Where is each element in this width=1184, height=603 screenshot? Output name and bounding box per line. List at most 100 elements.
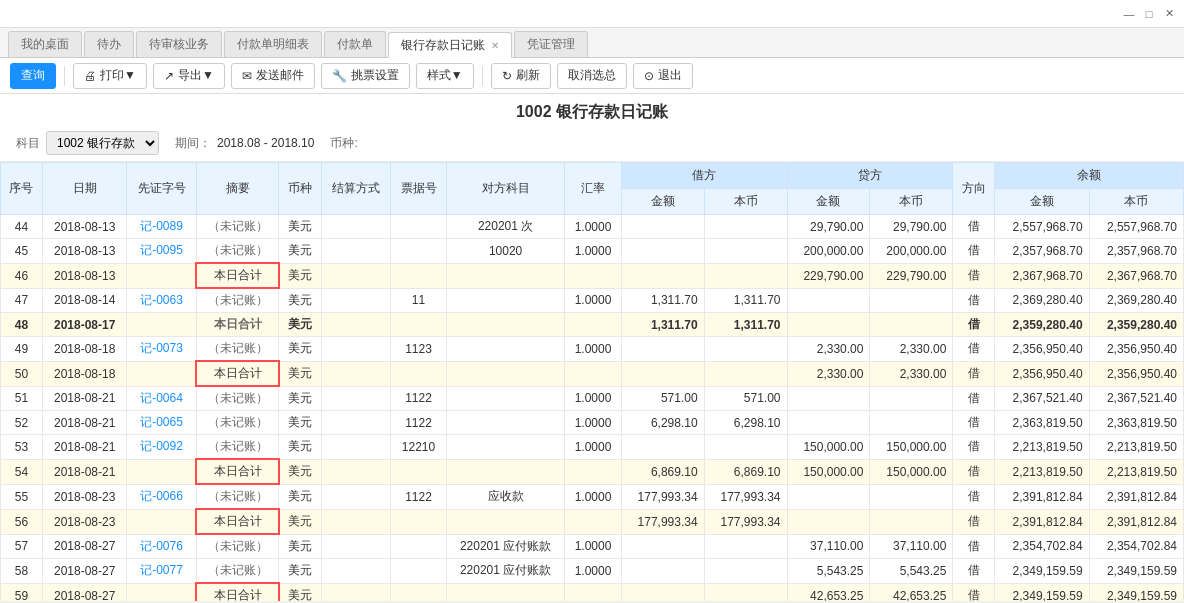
voucher-code[interactable]: 记-0076: [127, 534, 196, 559]
send-email-button[interactable]: ✉ 发送邮件: [231, 63, 315, 89]
row-credit-amount: [787, 509, 870, 534]
summary-cell: （未记账）: [196, 534, 279, 559]
row-rate: 1.0000: [565, 559, 621, 584]
row-debit-amount: [621, 239, 704, 264]
summary-cell: 本日合计: [196, 313, 279, 337]
row-direction: 借: [953, 484, 995, 509]
row-counter-account: 220201 应付账款: [446, 559, 564, 584]
header-row-1: 序号 日期 先证字号 摘要 币种 结算方式 票据号 对方科目 汇率 借方 贷方 …: [1, 163, 1184, 189]
tab-paylist-label: 付款单明细表: [237, 36, 309, 53]
row-debit-amount: [621, 337, 704, 362]
row-credit-local: 29,790.00: [870, 215, 953, 239]
row-balance-amount: 2,356,950.40: [995, 361, 1089, 386]
query-button[interactable]: 查询: [10, 63, 56, 89]
row-balance-local: 2,213,819.50: [1089, 459, 1183, 484]
voucher-code[interactable]: 记-0089: [127, 215, 196, 239]
summary-cell: （未记账）: [196, 411, 279, 435]
summary-cell: 本日合计: [196, 583, 279, 601]
voucher-code[interactable]: 记-0064: [127, 386, 196, 411]
row-credit-amount: 150,000.00: [787, 435, 870, 460]
row-counter-account: [446, 411, 564, 435]
table-container: 序号 日期 先证字号 摘要 币种 结算方式 票据号 对方科目 汇率 借方 贷方 …: [0, 162, 1184, 601]
row-settlement: [322, 534, 391, 559]
voucher-code[interactable]: 记-0066: [127, 484, 196, 509]
voucher-code[interactable]: 记-0073: [127, 337, 196, 362]
row-balance-amount: 2,213,819.50: [995, 435, 1089, 460]
subject-select[interactable]: 1002 银行存款: [46, 131, 159, 155]
refresh-button[interactable]: ↻ 刷新: [491, 63, 551, 89]
row-date: 2018-08-13: [42, 263, 126, 288]
table-row: 55 2018-08-23 记-0066 （未记账） 美元 1122 应收款 1…: [1, 484, 1184, 509]
row-rate: [565, 583, 621, 601]
row-date: 2018-08-23: [42, 509, 126, 534]
col-debit-amount: 金额: [621, 189, 704, 215]
row-balance-local: 2,356,950.40: [1089, 337, 1183, 362]
tab-voucher[interactable]: 凭证管理: [514, 31, 588, 57]
tab-bankjournal-close[interactable]: ✕: [491, 40, 499, 51]
row-debit-amount: 571.00: [621, 386, 704, 411]
row-currency: 美元: [279, 361, 322, 386]
row-currency: 美元: [279, 411, 322, 435]
row-credit-amount: [787, 288, 870, 313]
export-button[interactable]: ↗ 导出▼: [153, 63, 225, 89]
table-row: 44 2018-08-13 记-0089 （未记账） 美元 220201 次 1…: [1, 215, 1184, 239]
row-balance-amount: 2,359,280.40: [995, 313, 1089, 337]
voucher-empty: [127, 263, 196, 288]
row-no: 45: [1, 239, 43, 264]
voucher-code[interactable]: 记-0063: [127, 288, 196, 313]
voucher-empty: [127, 313, 196, 337]
summary-cell: 本日合计: [196, 459, 279, 484]
tab-payment[interactable]: 付款单: [324, 31, 386, 57]
row-balance-local: 2,349,159.59: [1089, 583, 1183, 601]
row-counter-account: [446, 386, 564, 411]
row-no: 59: [1, 583, 43, 601]
row-debit-local: 6,298.10: [704, 411, 787, 435]
tab-bar: 我的桌面 待办 待审核业务 付款单明细表 付款单 银行存款日记账 ✕ 凭证管理: [0, 28, 1184, 58]
row-ticket: [391, 583, 447, 601]
maximize-button[interactable]: □: [1142, 7, 1156, 21]
row-date: 2018-08-27: [42, 534, 126, 559]
row-credit-amount: 42,653.25: [787, 583, 870, 601]
row-balance-amount: 2,557,968.70: [995, 215, 1089, 239]
exit-button[interactable]: ⊙ 退出: [633, 63, 693, 89]
row-direction: 借: [953, 583, 995, 601]
style-button[interactable]: 样式▼: [416, 63, 474, 89]
setup-button[interactable]: 🔧 挑票设置: [321, 63, 410, 89]
summary-cell: （未记账）: [196, 337, 279, 362]
col-date: 日期: [42, 163, 126, 215]
voucher-code[interactable]: 记-0095: [127, 239, 196, 264]
tab-bankjournal[interactable]: 银行存款日记账 ✕: [388, 32, 512, 58]
voucher-code[interactable]: 记-0077: [127, 559, 196, 584]
row-settlement: [322, 435, 391, 460]
row-no: 57: [1, 534, 43, 559]
tab-paylist[interactable]: 付款单明细表: [224, 31, 322, 57]
voucher-code[interactable]: 记-0092: [127, 435, 196, 460]
row-balance-amount: 2,354,702.84: [995, 534, 1089, 559]
close-window-button[interactable]: ✕: [1162, 7, 1176, 21]
tab-desktop[interactable]: 我的桌面: [8, 31, 82, 57]
voucher-code[interactable]: 记-0065: [127, 411, 196, 435]
col-credit-local: 本币: [870, 189, 953, 215]
row-direction: 借: [953, 411, 995, 435]
row-credit-local: [870, 313, 953, 337]
minimize-button[interactable]: —: [1122, 7, 1136, 21]
deselect-button[interactable]: 取消选总: [557, 63, 627, 89]
row-balance-local: 2,557,968.70: [1089, 215, 1183, 239]
row-balance-local: 2,369,280.40: [1089, 288, 1183, 313]
row-ticket: [391, 459, 447, 484]
row-balance-local: 2,359,280.40: [1089, 313, 1183, 337]
print-button[interactable]: 🖨 打印▼: [73, 63, 147, 89]
subject-filter: 科目 1002 银行存款: [16, 131, 159, 155]
col-credit-group: 贷方: [787, 163, 953, 189]
voucher-empty: [127, 459, 196, 484]
row-debit-local: [704, 559, 787, 584]
row-balance-local: 2,367,968.70: [1089, 263, 1183, 288]
row-date: 2018-08-17: [42, 313, 126, 337]
tab-pending[interactable]: 待办: [84, 31, 134, 57]
table-row: 49 2018-08-18 记-0073 （未记账） 美元 1123 1.000…: [1, 337, 1184, 362]
tab-review[interactable]: 待审核业务: [136, 31, 222, 57]
row-credit-local: 5,543.25: [870, 559, 953, 584]
row-no: 52: [1, 411, 43, 435]
row-ticket: [391, 534, 447, 559]
row-debit-local: 177,993.34: [704, 484, 787, 509]
